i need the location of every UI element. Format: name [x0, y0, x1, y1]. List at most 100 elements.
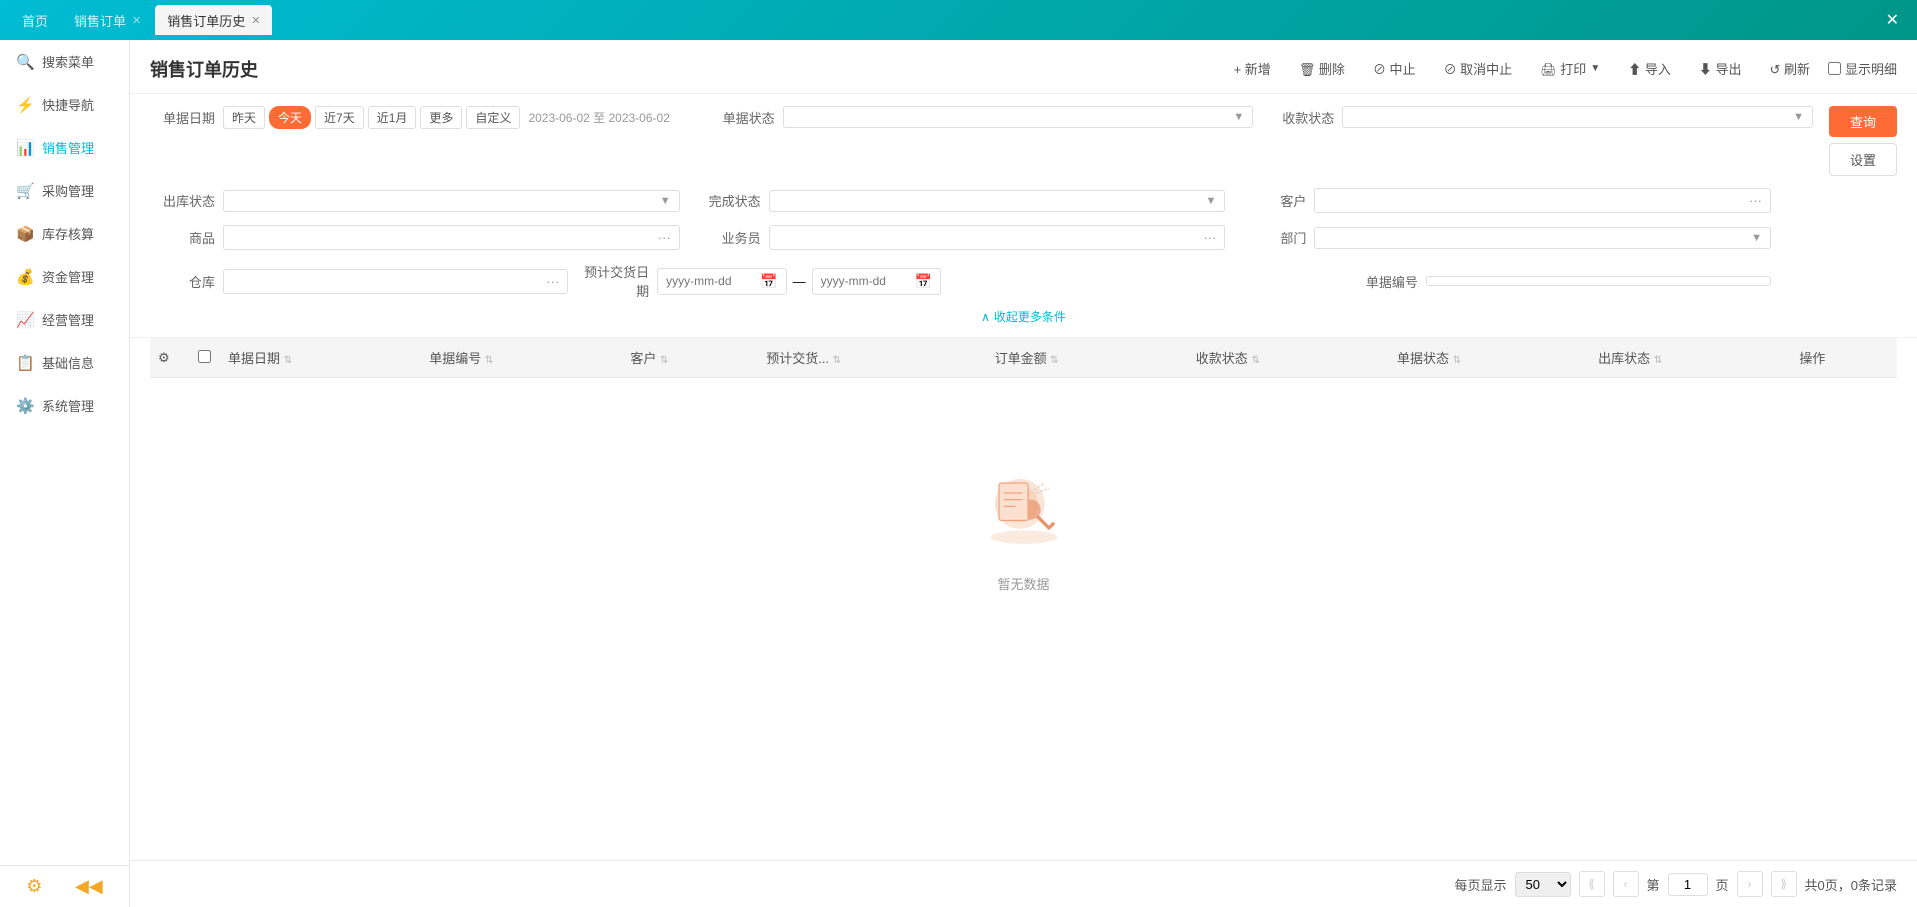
goods-label: 商品 [150, 228, 215, 247]
sys-mgmt-icon: ⚙️ [16, 397, 34, 415]
warehouse-more-icon[interactable]: ··· [546, 274, 559, 289]
new-button[interactable]: + 新增 [1224, 54, 1281, 83]
sort-order-status-icon: ⇅ [1453, 355, 1461, 366]
date-btn-today[interactable]: 今天 [269, 106, 311, 129]
data-table: ⚙ 单据日期 ⇅ 单据编号 ⇅ 客户 [150, 338, 1897, 673]
sidebar-item-search-menu[interactable]: 🔍 搜索菜单 [0, 40, 129, 83]
delivery-date-from-picker[interactable]: 📅 [657, 268, 786, 295]
sort-order-no-icon: ⇅ [485, 355, 493, 366]
operations-icon: 📈 [16, 311, 34, 329]
tab-home[interactable]: 首页 [10, 5, 60, 35]
th-amount[interactable]: 订单金额 ⇅ [987, 338, 1188, 378]
goods-more-icon[interactable]: ··· [658, 230, 671, 245]
cancel-stop-button[interactable]: ⊘ 取消中止 [1434, 54, 1523, 83]
calendar-to-icon: 📅 [915, 273, 932, 290]
page-next-button[interactable]: › [1737, 871, 1763, 897]
query-button[interactable]: 查询 [1829, 106, 1897, 137]
sidebar-item-quick-nav[interactable]: ⚡ 快捷导航 [0, 83, 129, 126]
sidebar-item-basic-info[interactable]: 📋 基础信息 [0, 341, 129, 384]
tab-sales-order-history[interactable]: 销售订单历史 ✕ [155, 5, 272, 35]
th-customer[interactable]: 客户 ⇅ [622, 338, 758, 378]
order-status-label: 单据状态 [710, 108, 775, 127]
page-last-button[interactable]: ⟫ [1771, 871, 1797, 897]
date-btn-more[interactable]: 更多 [420, 106, 462, 129]
delivery-date-to-picker[interactable]: 📅 [812, 268, 941, 295]
sidebar-bottom: ⚙ ◀◀ [0, 865, 129, 907]
filter-area: 单据日期 昨天 今天 近7天 近1月 更多 自定义 2023-06-02 至 2… [130, 94, 1917, 338]
dept-label: 部门 [1241, 228, 1306, 247]
sort-customer-icon: ⇅ [660, 355, 668, 366]
date-btn-1month[interactable]: 近1月 [368, 106, 417, 129]
table-area: ⚙ 单据日期 ⇅ 单据编号 ⇅ 客户 [130, 338, 1917, 860]
complete-status-select[interactable]: ▼ [769, 190, 1226, 212]
date-group: 昨天 今天 近7天 近1月 更多 自定义 2023-06-02 至 2023-0… [223, 106, 670, 129]
th-payment-status[interactable]: 收款状态 ⇅ [1188, 338, 1389, 378]
refresh-button[interactable]: ↺ 刷新 [1759, 54, 1820, 83]
date-btn-custom[interactable]: 自定义 [466, 106, 520, 129]
th-out-status[interactable]: 出库状态 ⇅ [1590, 338, 1791, 378]
tab-sales-order[interactable]: 销售订单 ✕ [62, 5, 153, 35]
sidebar-settings-icon[interactable]: ⚙ [26, 876, 42, 897]
complete-status-label: 完成状态 [696, 191, 761, 210]
page-first-button[interactable]: ⟪ [1579, 871, 1605, 897]
toolbar: + 新增 🗑 删除 ⊘ 中止 ⊘ 取消中止 🖨 打印 ▼ ⬆ 导入 ⬇ 导出 ↺… [1224, 54, 1897, 83]
tab-sales-order-history-close[interactable]: ✕ [251, 14, 260, 27]
page-number-input[interactable] [1668, 873, 1708, 896]
date-label: 单据日期 [150, 108, 215, 127]
pagination-bar: 每页显示 10 20 50 100 ⟪ ‹ 第 页 › ⟫ 共0页，0条记录 [130, 860, 1917, 907]
out-status-select[interactable]: ▼ [223, 190, 680, 212]
th-order-status[interactable]: 单据状态 ⇅ [1389, 338, 1590, 378]
purchase-mgmt-icon: 🛒 [16, 182, 34, 200]
sidebar-item-operations[interactable]: 📈 经营管理 [0, 298, 129, 341]
sidebar-item-sys-mgmt[interactable]: ⚙️ 系统管理 [0, 384, 129, 427]
warehouse-label: 仓库 [150, 272, 215, 291]
th-date[interactable]: 单据日期 ⇅ [220, 338, 421, 378]
delete-button[interactable]: 🗑 删除 [1289, 54, 1355, 83]
top-tab-bar: 首页 销售订单 ✕ 销售订单历史 ✕ ✕ [0, 0, 1917, 40]
order-status-select[interactable]: ▼ [783, 106, 1254, 128]
set-button[interactable]: 设置 [1829, 143, 1897, 176]
per-page-select[interactable]: 10 20 50 100 [1515, 872, 1571, 897]
total-text: 共0页，0条记录 [1805, 875, 1897, 894]
select-all-checkbox[interactable] [198, 350, 211, 363]
page-prev-button[interactable]: ‹ [1613, 871, 1639, 897]
inventory-icon: 📦 [16, 225, 34, 243]
sidebar-item-purchase-mgmt[interactable]: 🛒 采购管理 [0, 169, 129, 212]
th-order-no[interactable]: 单据编号 ⇅ [421, 338, 622, 378]
sort-payment-status-icon: ⇅ [1251, 355, 1259, 366]
sort-out-status-icon: ⇅ [1654, 355, 1662, 366]
display-toggle-checkbox[interactable] [1828, 62, 1841, 75]
basic-info-icon: 📋 [16, 354, 34, 372]
sidebar-item-sales-mgmt[interactable]: 📊 销售管理 [0, 126, 129, 169]
tab-sales-order-close[interactable]: ✕ [132, 14, 141, 27]
sidebar-item-inventory[interactable]: 📦 库存核算 [0, 212, 129, 255]
delivery-date-label: 预计交货日期 [584, 262, 649, 300]
salesman-more-icon[interactable]: ··· [1203, 230, 1216, 245]
table-settings-th[interactable]: ⚙ [150, 338, 190, 378]
import-button[interactable]: ⬆ 导入 [1618, 54, 1681, 83]
export-button[interactable]: ⬇ 导出 [1689, 54, 1752, 83]
date-btn-7days[interactable]: 近7天 [315, 106, 364, 129]
date-btn-yesterday[interactable]: 昨天 [223, 106, 265, 129]
customer-more-icon[interactable]: ··· [1749, 193, 1762, 208]
sales-mgmt-icon: 📊 [16, 139, 34, 157]
salesman-label: 业务员 [696, 228, 761, 247]
dept-select[interactable]: ▼ [1314, 227, 1771, 249]
sidebar-collapse-icon[interactable]: ◀◀ [75, 876, 103, 897]
window-close-icon[interactable]: ✕ [1878, 6, 1907, 34]
collapse-bar[interactable]: ∧ 收起更多条件 [150, 308, 1897, 325]
page-title: 销售订单历史 [150, 56, 258, 82]
out-status-arrow-icon: ▼ [660, 195, 671, 207]
th-delivery[interactable]: 预计交货... ⇅ [758, 338, 986, 378]
delivery-date-from-input[interactable] [666, 274, 756, 288]
date-range-display: 2023-06-02 至 2023-06-02 [528, 109, 669, 126]
delivery-date-to-input[interactable] [821, 274, 911, 288]
sort-date-icon: ⇅ [284, 355, 292, 366]
print-button[interactable]: 🖨 打印 ▼ [1530, 54, 1610, 83]
sidebar-item-finance[interactable]: 💰 资金管理 [0, 255, 129, 298]
out-status-label: 出库状态 [150, 191, 215, 210]
payment-status-select[interactable]: ▼ [1342, 106, 1813, 128]
display-toggle: 显示明细 [1828, 59, 1897, 78]
stop-button[interactable]: ⊘ 中止 [1363, 54, 1426, 83]
quick-nav-icon: ⚡ [16, 96, 34, 114]
